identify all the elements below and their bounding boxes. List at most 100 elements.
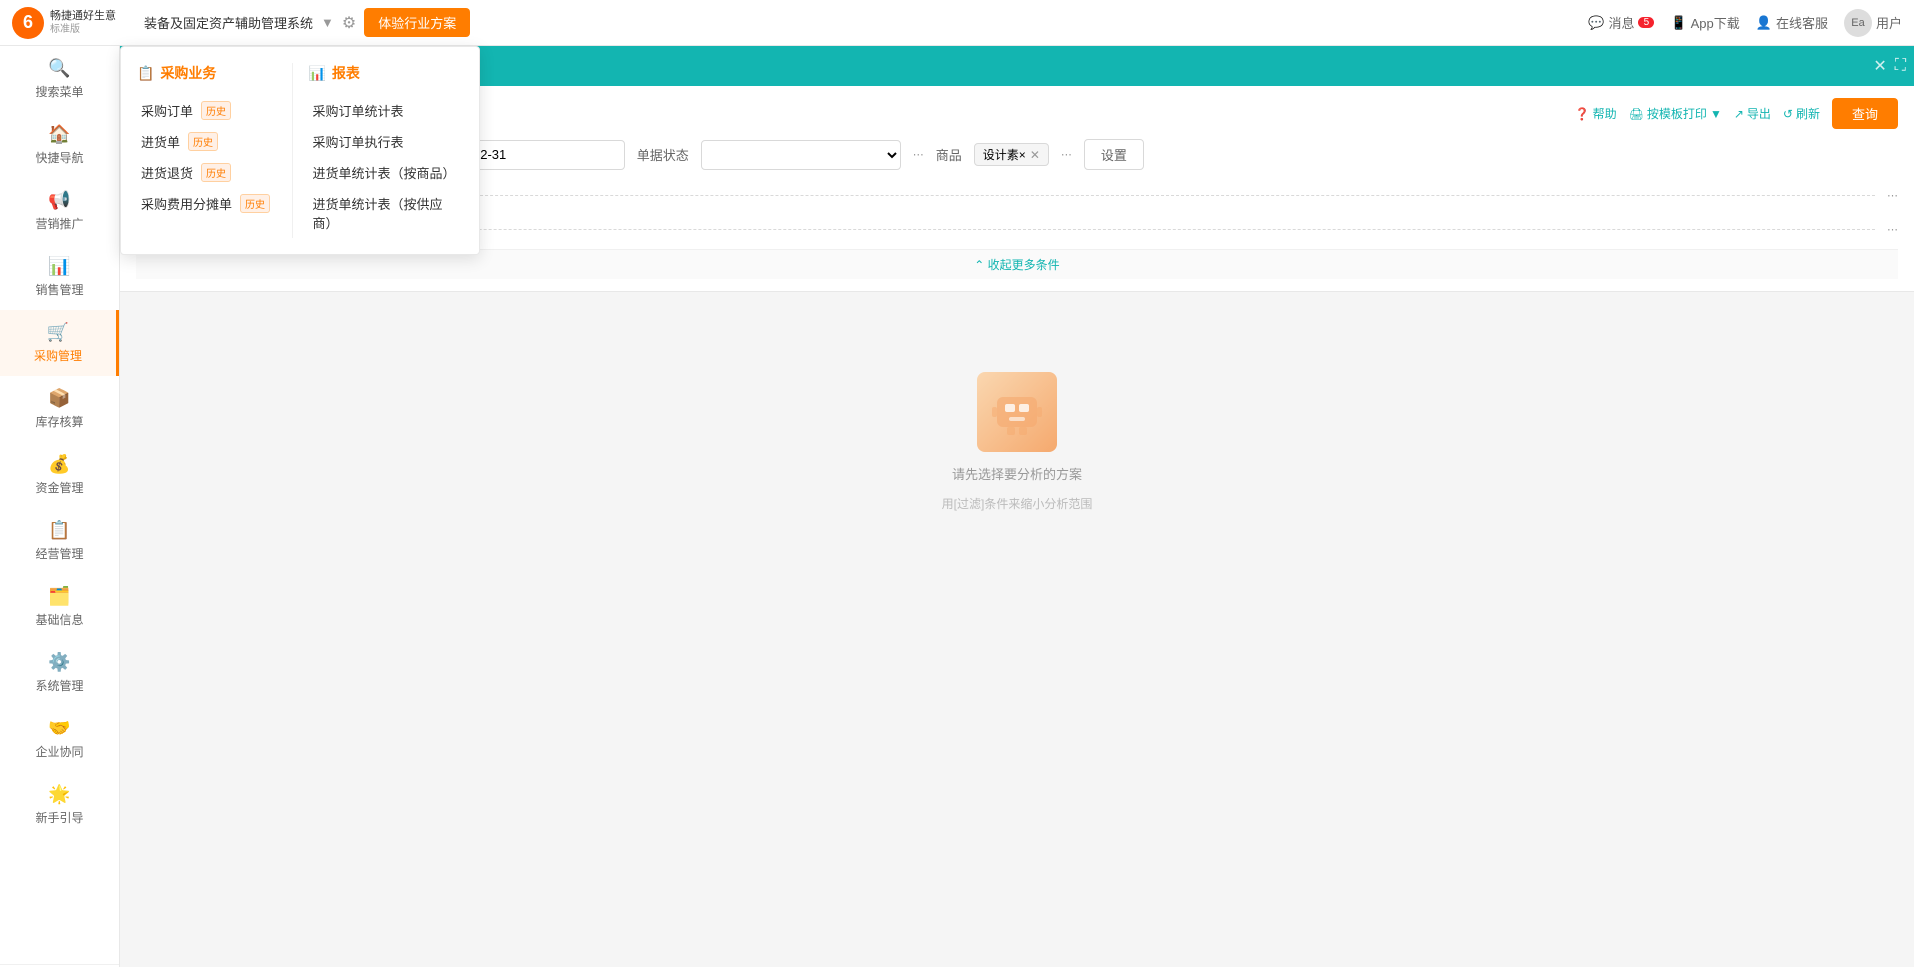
logo-text: 畅捷通好生意 标准版 (50, 9, 116, 36)
export-icon: ↗ (1734, 107, 1744, 121)
purchase-icon: 🛒 (47, 322, 69, 343)
export-label: 导出 (1747, 105, 1771, 122)
logo-line1: 畅捷通好生意 (50, 9, 116, 23)
goods-label: 商品 (936, 145, 962, 164)
purchase-section-icon: 📋 (137, 65, 154, 82)
sidebar-item-cooperation-label: 企业协同 (35, 743, 83, 760)
message-btn[interactable]: 💬 消息 5 (1588, 13, 1654, 32)
salesperson-more-icon[interactable]: ⋯ (1887, 189, 1898, 202)
doc-status-select[interactable] (701, 140, 901, 170)
dropdown-item-purchase-order-exec[interactable]: 采购订单执行表 (309, 126, 464, 157)
goods-tag-text: 设计素× (983, 146, 1026, 163)
goods-return-label: 进货退货 (141, 163, 193, 182)
help-btn[interactable]: ❓ 帮助 (1575, 105, 1617, 122)
goods-return-hist-badge: 历史 (201, 163, 231, 182)
dropdown-overlay: 📋 采购业务 采购订单 历史 进货单 历史 进货退货 历史 采购费用分摊单 历史 (120, 46, 480, 255)
quick-nav-icon: 🏠 (48, 124, 70, 145)
goods-tag-close-icon[interactable]: ✕ (1030, 148, 1040, 162)
dropdown-item-purchase-order-stat[interactable]: 采购订单统计表 (309, 95, 464, 126)
sidebar-item-cooperation[interactable]: 🤝 企业协同 (0, 706, 119, 772)
sidebar-item-basic-info[interactable]: 🗂️ 基础信息 (0, 574, 119, 640)
sidebar-item-finance-label: 资金管理 (35, 479, 83, 496)
dropdown-item-purchase-order[interactable]: 采购订单 历史 (137, 95, 292, 126)
purchase-order-hist-badge: 历史 (201, 101, 231, 120)
toolbar-right: ❓ 帮助 🖨 按模板打印 ▼ ↗ 导出 ↺ (1575, 98, 1898, 129)
print-btn[interactable]: 🖨 按模板打印 ▼ (1629, 105, 1722, 122)
sidebar-item-business-label: 经营管理 (35, 545, 83, 562)
query-btn[interactable]: 查询 (1832, 98, 1898, 129)
setting-btn[interactable]: 设置 (1084, 139, 1144, 170)
dropdown-item-goods-receipt[interactable]: 进货单 历史 (137, 126, 292, 157)
sidebar-item-sales-label: 销售管理 (35, 281, 83, 298)
refresh-icon: ↺ (1783, 107, 1793, 121)
sidebar-item-purchase[interactable]: 🛒 采购管理 (0, 310, 119, 376)
new-guide-icon: 🌟 (48, 784, 70, 805)
app-download-btn[interactable]: 📱 App下载 (1670, 13, 1739, 32)
goods-tag: 设计素× ✕ (974, 143, 1049, 166)
sidebar-item-search-menu-label: 搜索菜单 (35, 83, 83, 100)
user-btn[interactable]: Ea 用户 (1844, 9, 1902, 37)
report-section-icon: 📊 (309, 65, 326, 82)
sidebar-item-new-guide[interactable]: 🌟 新手引导 (0, 772, 119, 838)
system-title-dropdown-icon[interactable]: ▼ (321, 15, 334, 30)
report-section-title-text: 报表 (332, 63, 360, 83)
sidebar-item-system[interactable]: ⚙️ 系统管理 (0, 640, 119, 706)
business-icon: 📋 (48, 520, 70, 541)
industry-btn[interactable]: 体验行业方案 (364, 8, 470, 37)
dropdown-purchase-title: 📋 采购业务 (137, 63, 292, 83)
dropdown-item-purchase-cost[interactable]: 采购费用分摊单 历史 (137, 188, 292, 219)
sidebar: 🔍 搜索菜单 🏠 快捷导航 📢 营销推广 📊 销售管理 🛒 采购管理 📦 库存核… (0, 46, 120, 967)
print-dropdown-icon: ▼ (1710, 107, 1722, 121)
receipt-stat-supplier-label: 进货单统计表（按供应商） (313, 194, 460, 232)
inventory-icon: 📦 (48, 388, 70, 409)
settings-icon[interactable]: ⚙ (342, 13, 356, 33)
sidebar-item-quick-nav[interactable]: 🏠 快捷导航 (0, 112, 119, 178)
sidebar-item-marketing[interactable]: 📢 营销推广 (0, 178, 119, 244)
logo-line2: 标准版 (50, 23, 116, 36)
top-bar-middle: 装备及固定资产辅助管理系统 ▼ ⚙ 体验行业方案 (132, 8, 1588, 37)
tab-right-actions: ✕ ⛶ (1873, 56, 1914, 76)
sidebar-item-quick-nav-label: 快捷导航 (35, 149, 83, 166)
online-service-btn[interactable]: 👤 在线客服 (1756, 13, 1828, 32)
sidebar-item-purchase-label: 采购管理 (34, 347, 82, 364)
print-icon: 🖨 (1629, 107, 1644, 121)
doc-status-more-icon[interactable]: ⋯ (913, 148, 924, 161)
collapse-text: ⌃ 收起更多条件 (974, 258, 1059, 272)
basic-info-icon: 🗂️ (48, 586, 70, 607)
empty-state: 请先选择要分析的方案 用[过滤]条件来缩小分析范围 (120, 292, 1914, 592)
receipt-stat-goods-label: 进货单统计表（按商品） (313, 163, 456, 182)
print-label: 按模板打印 (1647, 105, 1707, 122)
logo-icon: 6 (12, 7, 44, 39)
marketing-icon: 📢 (48, 190, 70, 211)
sidebar-item-basic-info-label: 基础信息 (35, 611, 83, 628)
empty-robot-icon (977, 372, 1057, 452)
dropdown-menu: 📋 采购业务 采购订单 历史 进货单 历史 进货退货 历史 采购费用分摊单 历史 (120, 46, 480, 255)
goods-more-icon[interactable]: ⋯ (1061, 148, 1072, 161)
sidebar-item-inventory[interactable]: 📦 库存核算 (0, 376, 119, 442)
empty-hint1: 请先选择要分析的方案 (952, 464, 1082, 483)
sidebar-item-sales[interactable]: 📊 销售管理 (0, 244, 119, 310)
sidebar-item-new-guide-label: 新手引导 (35, 809, 83, 826)
system-title: 装备及固定资产辅助管理系统 (144, 13, 313, 32)
dropdown-item-receipt-stat-goods[interactable]: 进货单统计表（按商品） (309, 157, 464, 188)
sidebar-item-marketing-label: 营销推广 (35, 215, 83, 232)
sidebar-item-search-menu[interactable]: 🔍 搜索菜单 (0, 46, 119, 112)
tab-maximize-icon[interactable]: ⛶ (1895, 57, 1906, 75)
message-label: 消息 (1608, 13, 1634, 32)
sidebar-item-finance[interactable]: 💰 资金管理 (0, 442, 119, 508)
customer-more-icon[interactable]: ⋯ (1887, 223, 1898, 236)
sidebar-item-system-label: 系统管理 (35, 677, 83, 694)
dropdown-item-receipt-stat-supplier[interactable]: 进货单统计表（按供应商） (309, 188, 464, 238)
help-label: 帮助 (1593, 105, 1617, 122)
tab-close-window-icon[interactable]: ✕ (1873, 56, 1886, 76)
dropdown-item-goods-return[interactable]: 进货退货 历史 (137, 157, 292, 188)
sidebar-item-business[interactable]: 📋 经营管理 (0, 508, 119, 574)
export-btn[interactable]: ↗ 导出 (1734, 105, 1771, 122)
user-avatar: Ea (1844, 9, 1872, 37)
empty-hint2: 用[过滤]条件来缩小分析范围 (942, 495, 1093, 512)
system-icon: ⚙️ (48, 652, 70, 673)
sidebar-item-inventory-label: 库存核算 (35, 413, 83, 430)
logo-area: 6 畅捷通好生意 标准版 (12, 7, 132, 39)
refresh-btn[interactable]: ↺ 刷新 (1783, 105, 1820, 122)
purchase-cost-label: 采购费用分摊单 (141, 194, 232, 213)
